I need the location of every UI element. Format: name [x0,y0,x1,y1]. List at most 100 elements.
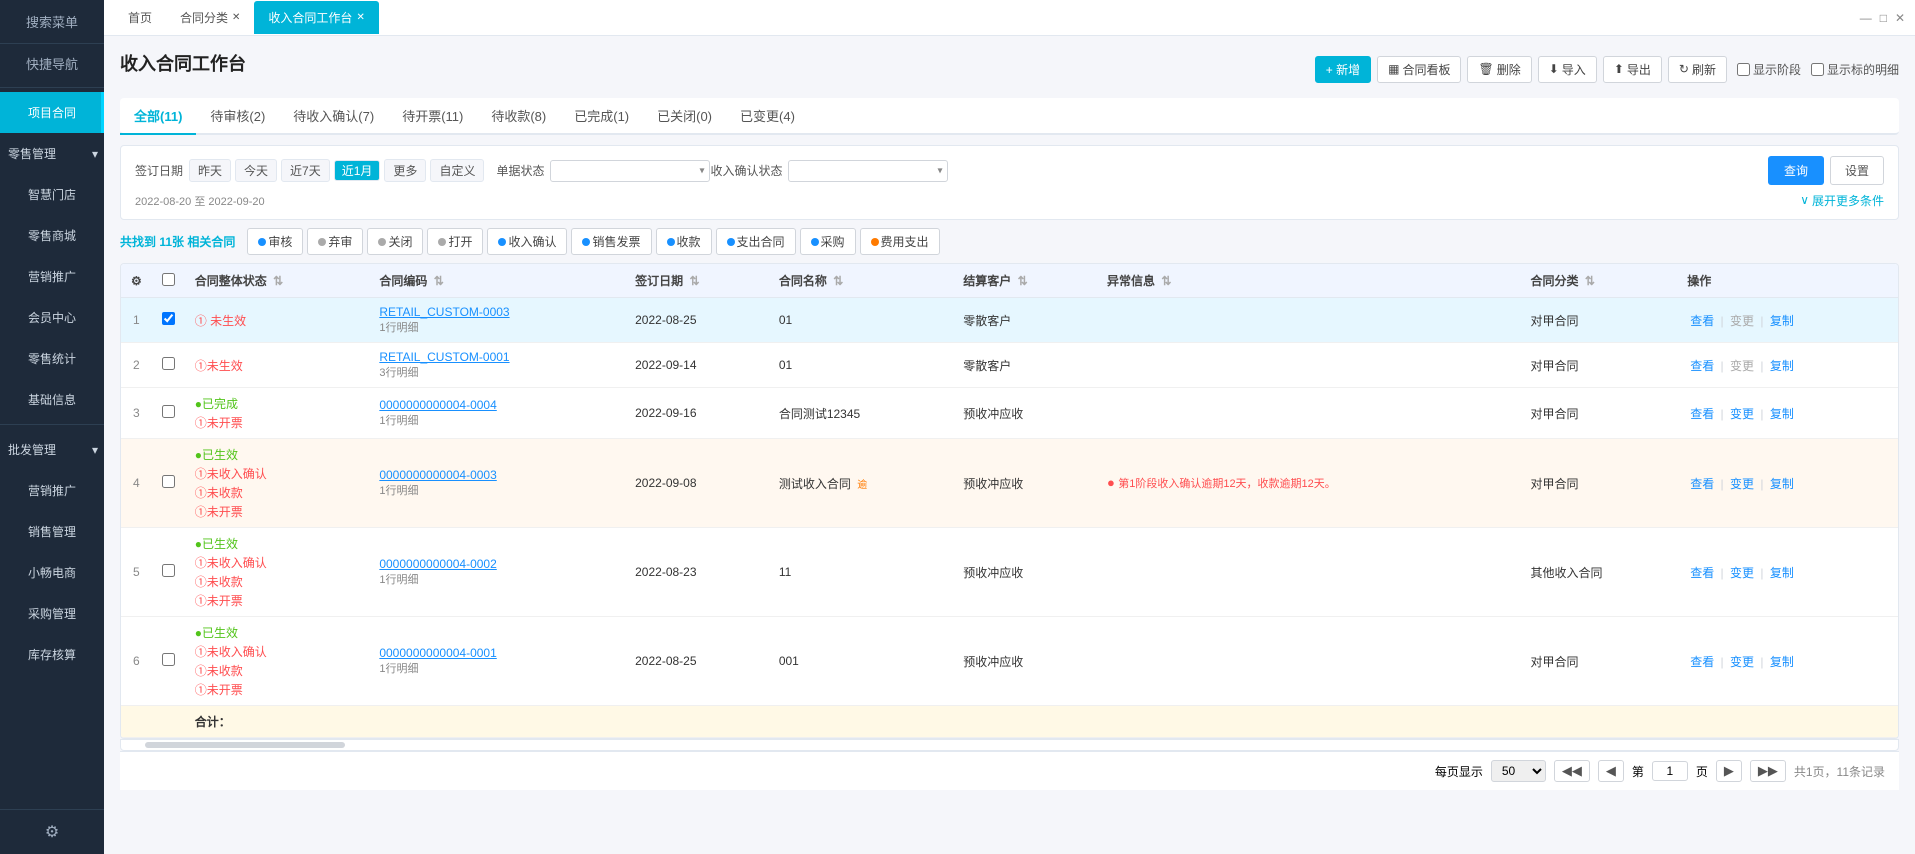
op-view-3[interactable]: 查看 [1687,407,1717,421]
sort-icon-4[interactable]: ⇅ [833,274,843,288]
sidebar-item-wholesale-mgmt[interactable]: 批发管理 ▾ [0,429,104,470]
col-settings[interactable]: ⚙ [121,264,152,298]
next-page-btn[interactable]: ▶ [1716,760,1742,782]
tab-contract-type[interactable]: 合同分类 ✕ [166,1,254,34]
op-change-5[interactable]: 变更 [1727,566,1757,580]
page-input[interactable] [1652,761,1688,781]
sort-icon-7[interactable]: ⇅ [1585,274,1595,288]
op-change-4[interactable]: 变更 [1727,477,1757,491]
filter-tab-pending-invoice[interactable]: 待开票(11) [388,98,477,135]
sidebar-search[interactable]: 搜索菜单 [0,0,104,44]
sidebar-item-retail-mgmt[interactable]: 零售管理 ▾ [0,133,104,174]
date-btn-7days[interactable]: 近7天 [281,159,330,182]
window-maximize[interactable]: □ [1880,11,1887,25]
new-button[interactable]: + 新增 [1315,56,1371,83]
sidebar-item-project[interactable]: 项目合同 [0,92,104,133]
op-copy-6[interactable]: 复制 [1767,655,1797,669]
sidebar-item-retail-mall[interactable]: 零售商城 [0,215,104,256]
op-view-6[interactable]: 查看 [1687,655,1717,669]
income-confirm-select[interactable] [788,160,948,182]
op-view-1[interactable]: 查看 [1687,314,1717,328]
sort-icon-6[interactable]: ⇅ [1161,274,1171,288]
refresh-button[interactable]: ↻ 刷新 [1668,56,1727,83]
filter-tab-done[interactable]: 已完成(1) [560,98,643,135]
row-checkbox-6[interactable] [152,617,185,706]
date-btn-today[interactable]: 今天 [235,159,277,182]
prev-page-btn[interactable]: ◀ [1598,760,1624,782]
import-button[interactable]: ⬇ 导入 [1538,56,1597,83]
contract-link-4[interactable]: 0000000000004-0003 [379,468,496,482]
sidebar-item-basic-info[interactable]: 基础信息 [0,379,104,420]
sort-icon-5[interactable]: ⇅ [1018,274,1028,288]
horizontal-scrollbar[interactable] [120,739,1899,751]
tab-home[interactable]: 首页 [114,1,166,34]
filter-tab-all[interactable]: 全部(11) [120,98,196,135]
op-change-1[interactable]: 变更 [1727,314,1757,328]
window-close[interactable]: ✕ [1895,11,1905,25]
sort-icon-2[interactable]: ⇅ [434,274,444,288]
row-checkbox-2[interactable] [152,343,185,388]
export-button[interactable]: ⬆ 导出 [1603,56,1662,83]
filter-tab-changed[interactable]: 已变更(4) [726,98,809,135]
filter-tab-pending-review[interactable]: 待审核(2) [196,98,279,135]
action-cost-out[interactable]: 费用支出 [860,228,940,255]
show-stages-checkbox-label[interactable]: 显示阶段 [1737,61,1801,78]
sidebar-quick-nav[interactable]: 快捷导航 [0,44,104,83]
window-minimize[interactable]: — [1860,11,1872,25]
action-sales-invoice[interactable]: 销售发票 [571,228,651,255]
show-details-checkbox[interactable] [1811,63,1824,76]
page-size-select[interactable]: 10 20 50 100 [1491,760,1546,782]
doc-status-select[interactable] [550,160,710,182]
op-view-5[interactable]: 查看 [1687,566,1717,580]
op-copy-2[interactable]: 复制 [1767,359,1797,373]
contract-link-6[interactable]: 0000000000004-0001 [379,646,496,660]
action-expense-out[interactable]: 支出合同 [716,228,796,255]
op-copy-3[interactable]: 复制 [1767,407,1797,421]
row-checkbox-3[interactable] [152,388,185,439]
sidebar-item-retail-stats[interactable]: 零售统计 [0,338,104,379]
action-purchase[interactable]: 采购 [800,228,856,255]
op-change-2[interactable]: 变更 [1727,359,1757,373]
expand-button[interactable]: ∨ 展开更多条件 [1800,192,1884,209]
row-checkbox-1[interactable] [152,298,185,343]
contract-link-2[interactable]: RETAIL_CUSTOM-0001 [379,350,509,364]
show-details-checkbox-label[interactable]: 显示标的明细 [1811,61,1899,78]
contract-link-3[interactable]: 0000000000004-0004 [379,398,496,412]
date-btn-yesterday[interactable]: 昨天 [189,159,231,182]
sort-icon-3[interactable]: ⇅ [689,274,699,288]
sidebar-item-sales-mgmt[interactable]: 销售管理 [0,511,104,552]
contract-board-button[interactable]: ▦ 合同看板 [1377,56,1461,83]
op-copy-5[interactable]: 复制 [1767,566,1797,580]
action-close[interactable]: 关闭 [367,228,423,255]
sidebar-item-purchase-mgmt[interactable]: 采购管理 [0,593,104,634]
action-abandon[interactable]: 弃审 [307,228,363,255]
row-checkbox-5[interactable] [152,528,185,617]
action-open[interactable]: 打开 [427,228,483,255]
sidebar-item-inventory[interactable]: 库存核算 [0,634,104,675]
tab-income-workbench[interactable]: 收入合同工作台 ✕ [254,1,378,34]
date-btn-more[interactable]: 更多 [384,159,426,182]
op-change-3[interactable]: 变更 [1727,407,1757,421]
op-change-6[interactable]: 变更 [1727,655,1757,669]
contract-link-1[interactable]: RETAIL_CUSTOM-0003 [379,305,509,319]
op-copy-4[interactable]: 复制 [1767,477,1797,491]
row-checkbox-4[interactable] [152,439,185,528]
date-btn-1month[interactable]: 近1月 [334,160,381,181]
op-view-4[interactable]: 查看 [1687,477,1717,491]
scrollbar-thumb[interactable] [145,742,345,748]
sidebar-item-marketing[interactable]: 营销推广 [0,256,104,297]
tab-income-workbench-close[interactable]: ✕ [356,12,364,23]
setting-button[interactable]: 设置 [1830,156,1884,185]
contract-link-5[interactable]: 0000000000004-0002 [379,557,496,571]
sidebar-item-smart-store[interactable]: 智慧门店 [0,174,104,215]
filter-tab-pending-receipt[interactable]: 待收款(8) [477,98,560,135]
date-btn-custom[interactable]: 自定义 [430,159,484,182]
filter-tab-closed[interactable]: 已关闭(0) [643,98,726,135]
tab-contract-type-close[interactable]: ✕ [232,12,240,23]
action-income-confirm[interactable]: 收入确认 [487,228,567,255]
first-page-btn[interactable]: ◀◀ [1554,760,1590,782]
sidebar-item-member-center[interactable]: 会员中心 [0,297,104,338]
action-review[interactable]: 审核 [247,228,303,255]
show-stages-checkbox[interactable] [1737,63,1750,76]
col-checkbox[interactable] [152,264,185,298]
